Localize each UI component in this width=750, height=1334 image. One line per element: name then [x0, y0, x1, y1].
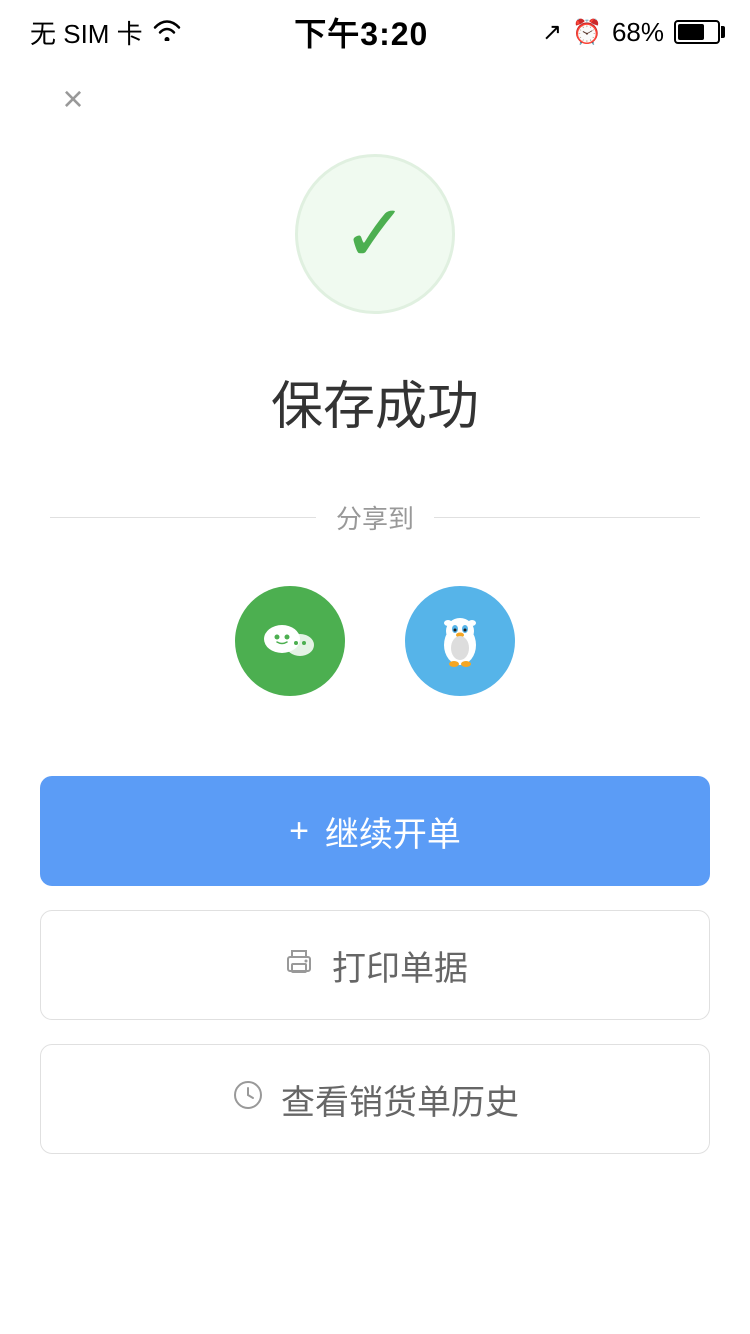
continue-button[interactable]: + 继续开单: [40, 776, 710, 886]
status-right: ↗ ⏰ 68%: [542, 17, 720, 48]
divider-left: [50, 517, 316, 518]
alarm-icon: ⏰: [572, 18, 602, 47]
close-icon: ×: [62, 81, 83, 117]
wechat-icon: [258, 609, 323, 674]
action-buttons: + 继续开单 打印单据 查看销货单历史: [0, 776, 750, 1154]
share-icons: [235, 586, 515, 696]
wifi-icon: [153, 17, 181, 48]
success-circle: ✓: [295, 154, 455, 314]
history-label: 查看销货单历史: [281, 1075, 519, 1124]
continue-label: 继续开单: [325, 807, 461, 856]
status-bar: 无 SIM 卡 下午3:20 ↗ ⏰ 68%: [0, 0, 750, 64]
success-title: 保存成功: [271, 364, 479, 439]
print-icon: [282, 944, 316, 987]
checkmark-icon: ✓: [341, 194, 408, 274]
close-button[interactable]: ×: [48, 74, 98, 124]
battery-icon: [674, 20, 720, 44]
qq-icon: [428, 609, 493, 674]
print-label: 打印单据: [332, 941, 468, 990]
no-sim-text: 无 SIM 卡: [30, 14, 143, 51]
history-button[interactable]: 查看销货单历史: [40, 1044, 710, 1154]
battery-percent: 68%: [612, 17, 664, 48]
main-content: ✓ 保存成功 分享到: [0, 64, 750, 1154]
wechat-share-button[interactable]: [235, 586, 345, 696]
print-button[interactable]: 打印单据: [40, 910, 710, 1020]
share-divider: 分享到: [0, 499, 750, 536]
share-label: 分享到: [316, 499, 434, 536]
qq-share-button[interactable]: [405, 586, 515, 696]
location-icon: ↗: [542, 18, 562, 47]
history-icon: [231, 1078, 265, 1121]
status-left: 无 SIM 卡: [30, 14, 181, 51]
divider-right: [434, 517, 700, 518]
plus-icon: +: [289, 812, 309, 851]
time-display: 下午3:20: [294, 9, 428, 55]
